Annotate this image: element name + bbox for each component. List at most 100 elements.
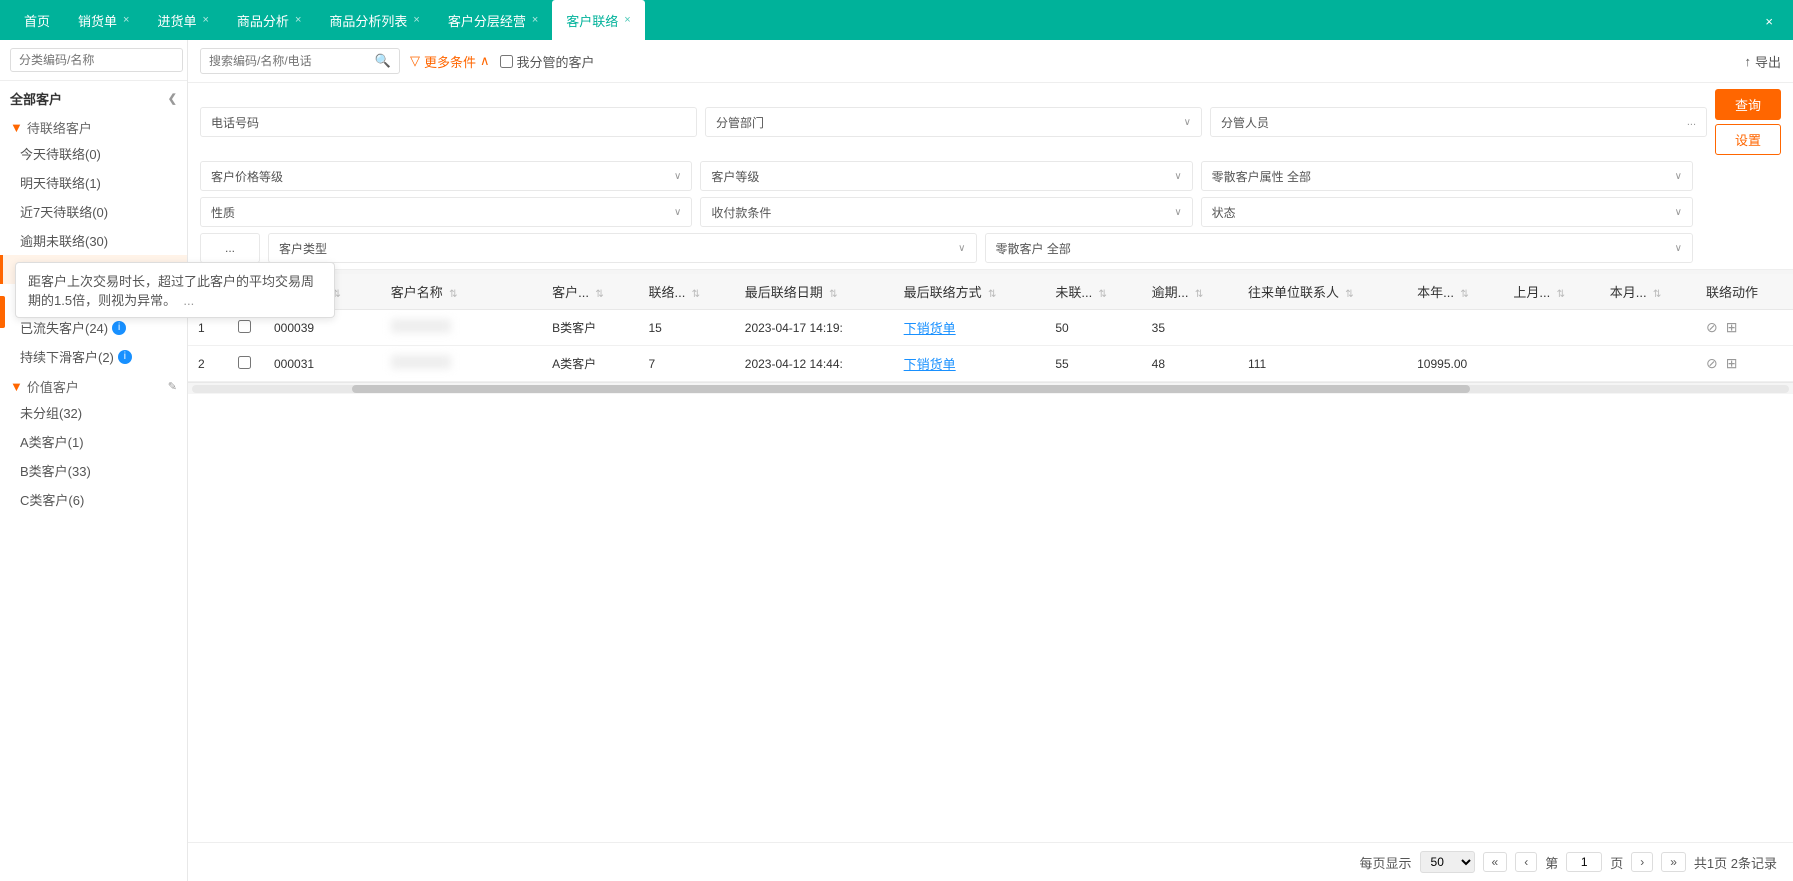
sidebar-item-tomorrow[interactable]: 明天待联络(1) xyxy=(0,168,187,197)
filter-nature[interactable]: 性质 ∨ xyxy=(200,197,692,227)
nav-customer-contact[interactable]: 客户联络 × xyxy=(552,0,644,40)
tooltip-text: 距客户上次交易时长，超过了此客户的平均交易周期的1.5倍，则视为异常。 xyxy=(28,274,314,308)
close-icon-product-analysis[interactable]: × xyxy=(295,14,301,26)
scroll-track[interactable] xyxy=(192,385,1789,393)
row1-name-blurred xyxy=(391,319,451,333)
filter-status[interactable]: 状态 ∨ xyxy=(1201,197,1693,227)
nav-product-list[interactable]: 商品分析列表 × xyxy=(315,0,433,40)
row1-link-icon[interactable]: ⊘ xyxy=(1706,319,1718,336)
value-edit-icon[interactable]: ✎ xyxy=(168,380,177,393)
close-icon-purchase[interactable]: × xyxy=(202,14,208,26)
churned-info-icon[interactable]: i xyxy=(112,321,126,335)
nav-purchase[interactable]: 进货单 × xyxy=(143,0,222,40)
row1-grid-icon[interactable]: ⊞ xyxy=(1726,319,1738,336)
filter-dept[interactable]: 分管部门 ∨ xyxy=(705,107,1202,137)
sort-icon-this-month[interactable]: ⇅ xyxy=(1653,289,1661,300)
row2-checkbox[interactable] xyxy=(238,356,251,369)
my-customer-checkbox[interactable] xyxy=(500,55,513,68)
main-search-icon[interactable]: 🔍 xyxy=(375,53,391,69)
horizontal-scrollbar[interactable] xyxy=(188,382,1793,394)
collapse-icon[interactable]: ❮ xyxy=(168,92,177,105)
sort-icon-this-year[interactable]: ⇅ xyxy=(1460,289,1468,300)
row2-this-year: 10995.00 xyxy=(1407,346,1503,382)
row2-method-link[interactable]: 下销货单 xyxy=(904,357,956,372)
close-icon-customer-contact[interactable]: × xyxy=(624,14,630,26)
sidebar-item-7days[interactable]: 近7天待联络(0) xyxy=(0,197,187,226)
tooltip-dots[interactable]: ... xyxy=(183,293,194,308)
row2-grid-icon[interactable]: ⊞ xyxy=(1726,355,1738,372)
chevron-down-icon: ∧ xyxy=(480,53,490,69)
row2-last-method[interactable]: 下销货单 xyxy=(894,346,1046,382)
first-page-btn[interactable]: « xyxy=(1483,852,1508,872)
sidebar-item-ungrouped[interactable]: 未分组(32) xyxy=(0,398,187,427)
value-group-label: 价值客户 xyxy=(27,377,79,396)
close-window-btn[interactable]: × xyxy=(1755,10,1783,31)
last-page-btn[interactable]: » xyxy=(1661,852,1686,872)
setting-btn[interactable]: 设置 xyxy=(1715,124,1781,155)
nav-product-analysis[interactable]: 商品分析 × xyxy=(223,0,315,40)
sort-icon-uncontacted[interactable]: ⇅ xyxy=(1099,289,1107,300)
sort-icon-last-month[interactable]: ⇅ xyxy=(1557,289,1565,300)
row1-checkbox[interactable] xyxy=(238,320,251,333)
main-search-input[interactable] xyxy=(209,54,371,68)
filter-customer-tier[interactable]: 客户等级 ∨ xyxy=(700,161,1192,191)
filter-dots[interactable]: ... xyxy=(200,233,260,263)
row2-type: A类客户 xyxy=(542,346,638,382)
close-icon-sales[interactable]: × xyxy=(123,14,129,26)
row2-checkbox-cell[interactable] xyxy=(228,346,264,382)
sidebar-item-declining[interactable]: 持续下滑客户(2) i xyxy=(0,342,187,371)
btn-group: 查询 设置 xyxy=(1715,89,1781,155)
row1-method-link[interactable]: 下销货单 xyxy=(904,321,956,336)
row1-last-method[interactable]: 下销货单 xyxy=(894,310,1046,346)
query-btn[interactable]: 查询 xyxy=(1715,89,1781,120)
filter-retail-attr[interactable]: 零散客户属性 全部 ∨ xyxy=(1201,161,1693,191)
next-page-btn[interactable]: › xyxy=(1631,852,1653,872)
filter-retail-customer[interactable]: 零散客户 全部 ∨ xyxy=(985,233,1694,263)
table-header-row: ⚙ 客户编码 ⇅ 客户名称 ⇅ 客户... ⇅ xyxy=(188,274,1793,310)
export-icon: ↑ xyxy=(1744,54,1751,69)
sidebar-item-c-class[interactable]: C类客户(6) xyxy=(0,485,187,514)
prev-page-btn[interactable]: ‹ xyxy=(1515,852,1537,872)
sort-icon-type[interactable]: ⇅ xyxy=(595,289,603,300)
row2-company-contact: 111 xyxy=(1238,346,1407,382)
page-number-input[interactable] xyxy=(1566,852,1602,872)
per-page-select[interactable]: 50 100 200 xyxy=(1420,851,1475,873)
my-customer-checkbox-label[interactable]: 我分管的客户 xyxy=(500,52,595,71)
col-this-year: 本年... ⇅ xyxy=(1407,274,1503,310)
col-customer-name: 客户名称 ⇅ xyxy=(381,274,542,310)
sidebar-item-b-class[interactable]: B类客户(33) xyxy=(0,456,187,485)
sort-icon-date[interactable]: ⇅ xyxy=(829,289,837,300)
row2-link-icon[interactable]: ⊘ xyxy=(1706,355,1718,372)
sidebar-item-today[interactable]: 今天待联络(0) xyxy=(0,139,187,168)
sort-icon-company-contact[interactable]: ⇅ xyxy=(1345,289,1353,300)
row2-code: 000031 xyxy=(264,346,381,382)
toolbar-right: ↑ 导出 xyxy=(1744,52,1781,71)
filter-person[interactable]: 分管人员 ... xyxy=(1210,107,1707,137)
sidebar-item-a-class[interactable]: A类客户(1) xyxy=(0,427,187,456)
filter-price-tier[interactable]: 客户价格等级 ∨ xyxy=(200,161,692,191)
sort-icon-method[interactable]: ⇅ xyxy=(988,289,996,300)
row2-uncontacted: 55 xyxy=(1045,346,1141,382)
export-btn[interactable]: ↑ 导出 xyxy=(1744,52,1781,71)
sort-icon-name[interactable]: ⇅ xyxy=(449,289,457,300)
declining-info-icon[interactable]: i xyxy=(118,350,132,364)
sort-icon-contact[interactable]: ⇅ xyxy=(692,289,700,300)
scroll-thumb[interactable] xyxy=(352,385,1470,393)
filter-customer-type[interactable]: 客户类型 ∨ xyxy=(268,233,977,263)
filter-payment[interactable]: 收付款条件 ∨ xyxy=(700,197,1192,227)
sort-icon-overdue[interactable]: ⇅ xyxy=(1195,289,1203,300)
close-icon-customer-tier[interactable]: × xyxy=(532,14,538,26)
pending-label: 待联络客户 xyxy=(27,118,92,137)
col-this-month: 本月... ⇅ xyxy=(1600,274,1696,310)
nav-sales[interactable]: 销货单 × xyxy=(64,0,143,40)
sidebar-search-input[interactable] xyxy=(10,48,183,72)
row2-last-date: 2023-04-12 14:44: xyxy=(735,346,894,382)
sidebar-item-overdue[interactable]: 逾期未联络(30) xyxy=(0,226,187,255)
close-icon-product-list[interactable]: × xyxy=(413,14,419,26)
nav-customer-tier[interactable]: 客户分层经营 × xyxy=(434,0,552,40)
more-filter-btn[interactable]: ▽ 更多条件 ∧ xyxy=(410,52,490,71)
value-group: ▼ 价值客户 ✎ xyxy=(0,371,187,398)
filter-phone[interactable]: 电话号码 xyxy=(200,107,697,137)
nav-home[interactable]: 首页 xyxy=(10,0,64,40)
sidebar-search-row: 🔍 xyxy=(0,40,187,81)
